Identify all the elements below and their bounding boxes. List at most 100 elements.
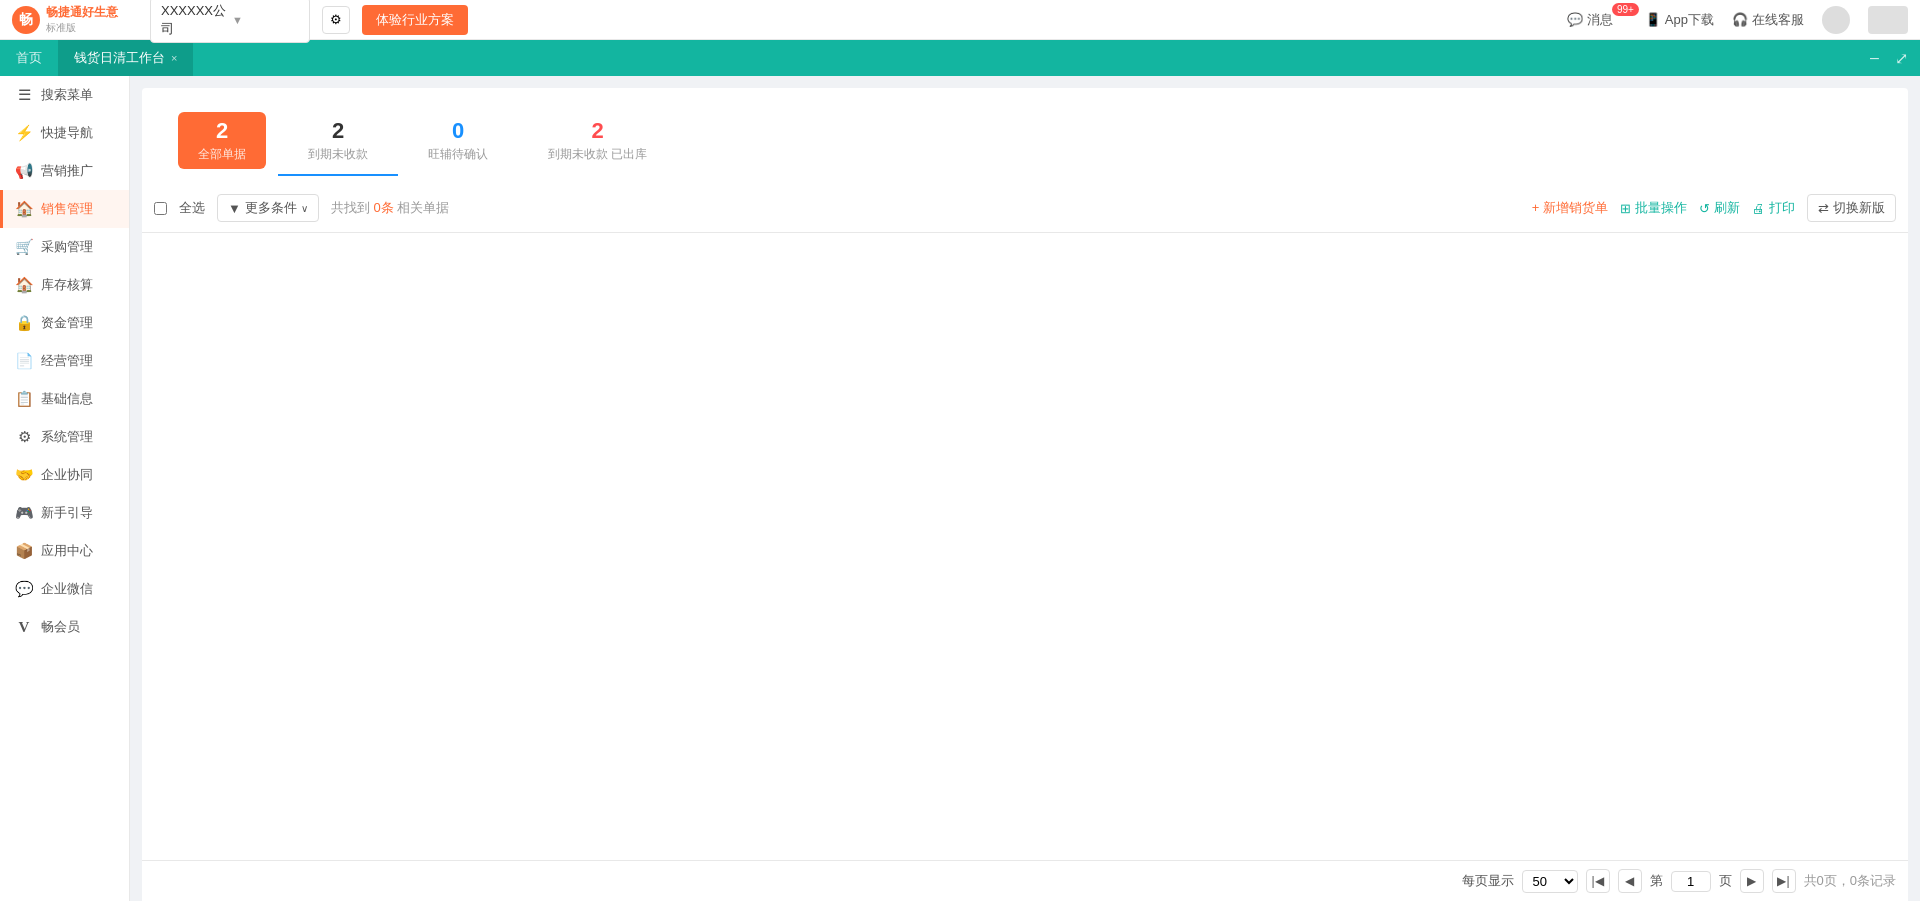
logo-text: 畅捷通好生意 标准版	[46, 4, 118, 35]
wechat-icon: 💬	[15, 580, 33, 598]
message-button[interactable]: 💬 消息 99+	[1567, 11, 1627, 29]
maximize-window-button[interactable]: ⤢	[1891, 49, 1912, 68]
app-download-button[interactable]: 📱 App下载	[1645, 11, 1714, 29]
quick-nav-label: 快捷导航	[41, 124, 93, 142]
next-page-button[interactable]: ▶	[1740, 869, 1764, 893]
app-download-label: App下载	[1665, 11, 1714, 29]
sidebar-item-system[interactable]: ⚙ 系统管理	[0, 418, 129, 456]
total-records-text: 共0页，0条记录	[1804, 872, 1896, 890]
filter-icon: ▼	[228, 201, 241, 216]
batch-operation-button[interactable]: ⊞ 批量操作	[1620, 199, 1687, 217]
nav-tabs-bar: 首页 钱货日清工作台 × – ⤢	[0, 40, 1920, 76]
stat-tab-wangdian[interactable]: 0 旺辅待确认	[398, 108, 518, 176]
chevron-down-icon: ▼	[232, 14, 299, 26]
page-number-input[interactable]	[1671, 871, 1711, 892]
stat-tab-all[interactable]: 2 全部单据	[166, 108, 278, 176]
close-tab-icon[interactable]: ×	[171, 52, 177, 64]
sidebar-item-sales[interactable]: 🏠 销售管理	[0, 190, 129, 228]
sidebar-item-finance[interactable]: 🔒 资金管理	[0, 304, 129, 342]
minimize-window-button[interactable]: –	[1866, 49, 1883, 67]
batch-label: 批量操作	[1635, 199, 1687, 217]
print-label: 打印	[1769, 199, 1795, 217]
operations-icon: 📄	[15, 352, 33, 370]
stat-all-label: 全部单据	[198, 146, 246, 163]
filter-button[interactable]: ▼ 更多条件 ∨	[217, 194, 319, 222]
online-support-button[interactable]: 🎧 在线客服	[1732, 11, 1804, 29]
sidebar-item-purchase[interactable]: 🛒 采购管理	[0, 228, 129, 266]
sales-label: 销售管理	[41, 200, 93, 218]
finance-label: 资金管理	[41, 314, 93, 332]
sidebar-item-quick-nav[interactable]: ⚡ 快捷导航	[0, 114, 129, 152]
stat-wangdian-label: 旺辅待确认	[428, 146, 488, 163]
member-icon: V	[15, 619, 33, 636]
stat-overdue-number: 2	[332, 118, 344, 144]
quick-nav-icon: ⚡	[15, 124, 33, 142]
user-name-display	[1868, 6, 1908, 34]
sidebar-item-wechat[interactable]: 💬 企业微信	[0, 570, 129, 608]
tab-home[interactable]: 首页	[0, 40, 58, 76]
per-page-label: 每页显示	[1462, 872, 1514, 890]
inventory-icon: 🏠	[15, 276, 33, 294]
stat-shipped-number: 2	[592, 118, 604, 144]
prev-page-button[interactable]: ◀	[1618, 869, 1642, 893]
found-text: 共找到 0条 相关单据	[331, 199, 449, 217]
stat-tabs: 2 全部单据 2 到期未收款 0 旺辅待确认 2 到期未收款 已出库	[154, 100, 1896, 184]
found-count: 0条	[374, 200, 394, 215]
sidebar-item-app-center[interactable]: 📦 应用中心	[0, 532, 129, 570]
stat-wangdian-number: 0	[452, 118, 464, 144]
page-suffix: 页	[1719, 872, 1732, 890]
logo-area: 畅 畅捷通好生意 标准版	[12, 4, 142, 35]
filter-label: 更多条件	[245, 199, 297, 217]
system-label: 系统管理	[41, 428, 93, 446]
sidebar-item-inventory[interactable]: 🏠 库存核算	[0, 266, 129, 304]
sidebar-item-base-info[interactable]: 📋 基础信息	[0, 380, 129, 418]
base-info-icon: 📋	[15, 390, 33, 408]
add-sales-order-button[interactable]: + 新增销货单	[1532, 199, 1608, 217]
sidebar-item-member[interactable]: V 畅会员	[0, 608, 129, 646]
select-all-checkbox[interactable]	[154, 202, 167, 215]
tab-cashflow-workbench[interactable]: 钱货日清工作台 ×	[58, 40, 193, 76]
header-actions: ⚙ 体验行业方案	[322, 5, 468, 35]
switch-version-button[interactable]: ⇄ 切换新版	[1807, 194, 1896, 222]
header-right: 💬 消息 99+ 📱 App下载 🎧 在线客服	[1567, 6, 1908, 34]
message-icon: 💬	[1567, 12, 1583, 27]
home-tab-label: 首页	[16, 49, 42, 67]
message-label: 消息	[1587, 11, 1613, 29]
inventory-label: 库存核算	[41, 276, 93, 294]
marketing-icon: 📢	[15, 162, 33, 180]
last-page-button[interactable]: ▶|	[1772, 869, 1796, 893]
stat-overdue-label: 到期未收款	[308, 146, 368, 163]
print-button[interactable]: 🖨 打印	[1752, 199, 1795, 217]
select-all-label: 全选	[179, 199, 205, 217]
sales-icon: 🏠	[15, 200, 33, 218]
per-page-select[interactable]: 50 100 200	[1522, 870, 1578, 893]
settings-button[interactable]: ⚙	[322, 6, 350, 34]
sidebar-item-marketing[interactable]: 📢 营销推广	[0, 152, 129, 190]
stat-tab-overdue-uncollected[interactable]: 2 到期未收款	[278, 108, 398, 176]
member-label: 畅会员	[41, 618, 80, 636]
sidebar-item-guide[interactable]: 🎮 新手引导	[0, 494, 129, 532]
refresh-icon: ↺	[1699, 201, 1710, 216]
avatar[interactable]	[1822, 6, 1850, 34]
gear-icon: ⚙	[330, 12, 342, 27]
sidebar-item-cooperation[interactable]: 🤝 企业协同	[0, 456, 129, 494]
sidebar-item-search-menu[interactable]: ☰ 搜索菜单	[0, 76, 129, 114]
operations-label: 经营管理	[41, 352, 93, 370]
active-tab-label: 钱货日清工作台	[74, 49, 165, 67]
table-area	[142, 233, 1908, 860]
company-selector[interactable]: XXXXXX公司 ▼	[150, 0, 310, 43]
cooperation-icon: 🤝	[15, 466, 33, 484]
online-support-label: 在线客服	[1752, 11, 1804, 29]
stat-tab-overdue-shipped[interactable]: 2 到期未收款 已出库	[518, 108, 677, 176]
first-page-button[interactable]: |◀	[1586, 869, 1610, 893]
trial-button[interactable]: 体验行业方案	[362, 5, 468, 35]
filter-chevron-icon: ∨	[301, 203, 308, 214]
batch-icon: ⊞	[1620, 201, 1631, 216]
system-icon: ⚙	[15, 428, 33, 446]
wechat-label: 企业微信	[41, 580, 93, 598]
switch-icon: ⇄	[1818, 201, 1829, 216]
refresh-button[interactable]: ↺ 刷新	[1699, 199, 1740, 217]
switch-label: 切换新版	[1833, 199, 1885, 217]
nav-tab-right-controls: – ⤢	[1866, 49, 1920, 68]
sidebar-item-operations[interactable]: 📄 经营管理	[0, 342, 129, 380]
